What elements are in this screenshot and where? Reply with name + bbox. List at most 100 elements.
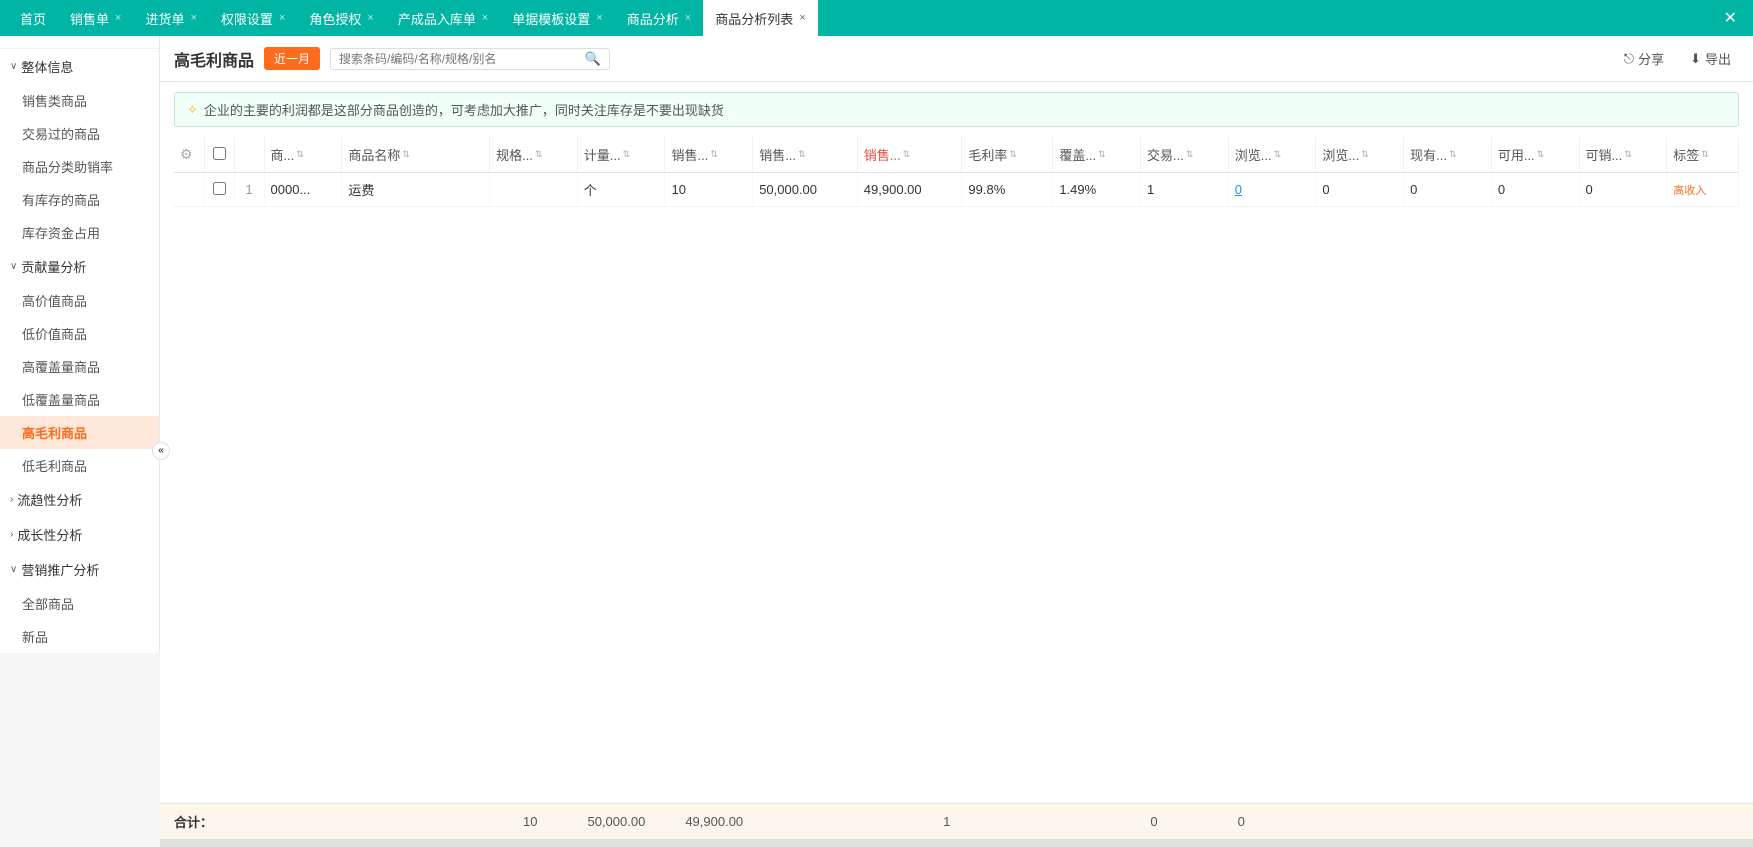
sidebar-section-marketing[interactable]: ∨ 营销推广分析 [0, 552, 159, 587]
search-box: 🔍 [330, 48, 610, 70]
gross-rate-col-header: 毛利率 ⇅ [962, 137, 1053, 173]
sidebar-section-trend[interactable]: › 流趋性分析 [0, 482, 159, 517]
sidebar-item-stock-capital[interactable]: 库存资金占用 [0, 216, 159, 249]
sidebar-section-contribution[interactable]: ∨ 贡献量分析 [0, 249, 159, 284]
sidebar-item-low-value[interactable]: 低价值商品 [0, 317, 159, 350]
row-checkbox[interactable] [213, 182, 226, 195]
sort-icon[interactable]: ⇅ [1361, 149, 1369, 160]
sort-icon[interactable]: ⇅ [710, 149, 718, 160]
spec-cell [490, 173, 578, 207]
nav-home[interactable]: 首页 [8, 0, 58, 36]
settings-cell [174, 173, 204, 207]
search-input[interactable] [339, 52, 585, 66]
product-table: ⚙ 商... ⇅ [174, 137, 1739, 207]
available-col-header: 可用... ⇅ [1491, 137, 1579, 173]
search-icon[interactable]: 🔍 [585, 51, 601, 67]
filter-period-button[interactable]: 近一月 [264, 47, 320, 70]
close-icon[interactable]: × [685, 12, 691, 24]
sort-icon[interactable]: ⇅ [296, 149, 304, 160]
sort-icon[interactable]: ⇅ [1701, 149, 1709, 160]
footer-saleable: 0 [1238, 814, 1245, 829]
sort-icon[interactable]: ⇅ [535, 149, 543, 160]
current-cell: 0 [1404, 173, 1492, 207]
nav-permission-settings[interactable]: 权限设置 × [209, 0, 297, 36]
sidebar-item-low-coverage[interactable]: 低覆盖量商品 [0, 383, 159, 416]
sort-icon[interactable]: ⇅ [903, 149, 911, 160]
close-icon[interactable]: × [482, 12, 488, 24]
sidebar-item-traded-goods[interactable]: 交易过的商品 [0, 117, 159, 150]
close-icon[interactable]: × [115, 12, 121, 24]
settings-icon[interactable]: ⚙ [180, 146, 193, 162]
nav-role-auth[interactable]: 角色授权 × [297, 0, 385, 36]
sidebar-panel: « ∨ 整体信息 销售类商品 交易过的商品 商品分类助销率 有库存的商品 库存资… [0, 36, 160, 653]
expand-arrow-icon: ∨ [10, 61, 17, 72]
sort-icon[interactable]: ⇅ [1009, 149, 1017, 160]
close-icon[interactable]: × [190, 12, 196, 24]
code-cell: 0000... [264, 173, 342, 207]
coverage-col-header: 覆盖... ⇅ [1053, 137, 1141, 173]
nav-sales-order[interactable]: 销售单 × [58, 0, 133, 36]
sort-icon[interactable]: ⇅ [798, 149, 806, 160]
footer-sales2: 50,000.00 [587, 814, 645, 829]
sidebar-item-high-margin[interactable]: 高毛利商品 [0, 416, 159, 449]
sort-icon[interactable]: ⇅ [1624, 149, 1632, 160]
sidebar-item-high-value[interactable]: 高价值商品 [0, 284, 159, 317]
sort-icon[interactable]: ⇅ [1537, 149, 1545, 160]
sales3-cell: 49,900.00 [857, 173, 962, 207]
checkbox-col-header [204, 137, 234, 173]
nav-template-settings[interactable]: 单据模板设置 × [500, 0, 614, 36]
browse2-cell: 0 [1316, 173, 1404, 207]
sidebar-item-in-stock-goods[interactable]: 有库存的商品 [0, 183, 159, 216]
rownum-col-header [234, 137, 264, 173]
footer-trade: 1 [943, 814, 950, 829]
close-icon[interactable]: × [596, 12, 602, 24]
nav-product-analysis[interactable]: 商品分析 × [615, 0, 703, 36]
sidebar-item-category-rate[interactable]: 商品分类助销率 [0, 150, 159, 183]
sort-icon[interactable]: ⇅ [1274, 149, 1282, 160]
sidebar-item-new-goods[interactable]: 新品 [0, 620, 159, 653]
export-button[interactable]: ⬇ 导出 [1682, 46, 1739, 71]
gross-rate-cell: 99.8% [962, 173, 1053, 207]
current-col-header: 现有... ⇅ [1404, 137, 1492, 173]
sidebar-item-all-goods[interactable]: 全部商品 [0, 587, 159, 620]
sidebar-item-low-margin[interactable]: 低毛利商品 [0, 449, 159, 482]
sales1-col-header: 销售... ⇅ [665, 137, 753, 173]
close-icon[interactable]: × [799, 12, 805, 24]
sales2-cell: 50,000.00 [753, 173, 858, 207]
sort-icon[interactable]: ⇅ [1449, 149, 1457, 160]
sort-icon[interactable]: ⇅ [1186, 149, 1194, 160]
table-row: 1 0000... 运费 个 10 50,000.00 49,900.00 99… [174, 173, 1739, 207]
browse1-cell[interactable]: 0 [1228, 173, 1316, 207]
sales1-cell: 10 [665, 173, 753, 207]
tag-cell: 高收入 [1667, 173, 1739, 207]
page-title: 高毛利商品 [174, 47, 254, 71]
expand-arrow-icon: ∨ [10, 564, 17, 575]
trade-col-header: 交易... ⇅ [1141, 137, 1229, 173]
table-wrapper: ⚙ 商... ⇅ [160, 137, 1753, 803]
close-icon[interactable]: × [367, 12, 373, 24]
sidebar-collapse-button[interactable]: « [152, 442, 160, 460]
share-icon: ⎋ [1624, 51, 1634, 67]
sort-icon[interactable]: ⇅ [623, 149, 631, 160]
sort-icon[interactable]: ⇅ [402, 149, 410, 160]
sidebar-item-high-coverage[interactable]: 高覆盖量商品 [0, 350, 159, 383]
sort-icon[interactable]: ⇅ [1098, 149, 1106, 160]
nav-product-entry[interactable]: 产成品入库单 × [386, 0, 500, 36]
available-cell: 0 [1491, 173, 1579, 207]
horizontal-scrollbar[interactable] [160, 839, 1753, 847]
close-icon[interactable]: × [279, 12, 285, 24]
nav-product-analysis-list[interactable]: 商品分析列表 × [703, 0, 817, 36]
sidebar-item-sales-goods[interactable]: 销售类商品 [0, 84, 159, 117]
coverage-cell: 1.49% [1053, 173, 1141, 207]
name-cell[interactable]: 运费 [342, 173, 490, 207]
sidebar-section-overall[interactable]: ∨ 整体信息 [0, 49, 159, 84]
settings-col-header: ⚙ [174, 137, 204, 173]
select-all-checkbox[interactable] [213, 147, 226, 160]
sales2-col-header: 销售... ⇅ [753, 137, 858, 173]
unit-cell: 个 [577, 173, 665, 207]
nav-purchase-order[interactable]: 进货单 × [133, 0, 208, 36]
info-banner: ✧ 企业的主要的利润都是这部分商品创造的，可考虑加大推广，同时关注库存是不要出现… [174, 92, 1739, 127]
sidebar-section-growth[interactable]: › 成长性分析 [0, 517, 159, 552]
share-button[interactable]: ⎋ 分享 [1616, 46, 1672, 71]
window-close-button[interactable]: ✕ [1716, 8, 1745, 28]
